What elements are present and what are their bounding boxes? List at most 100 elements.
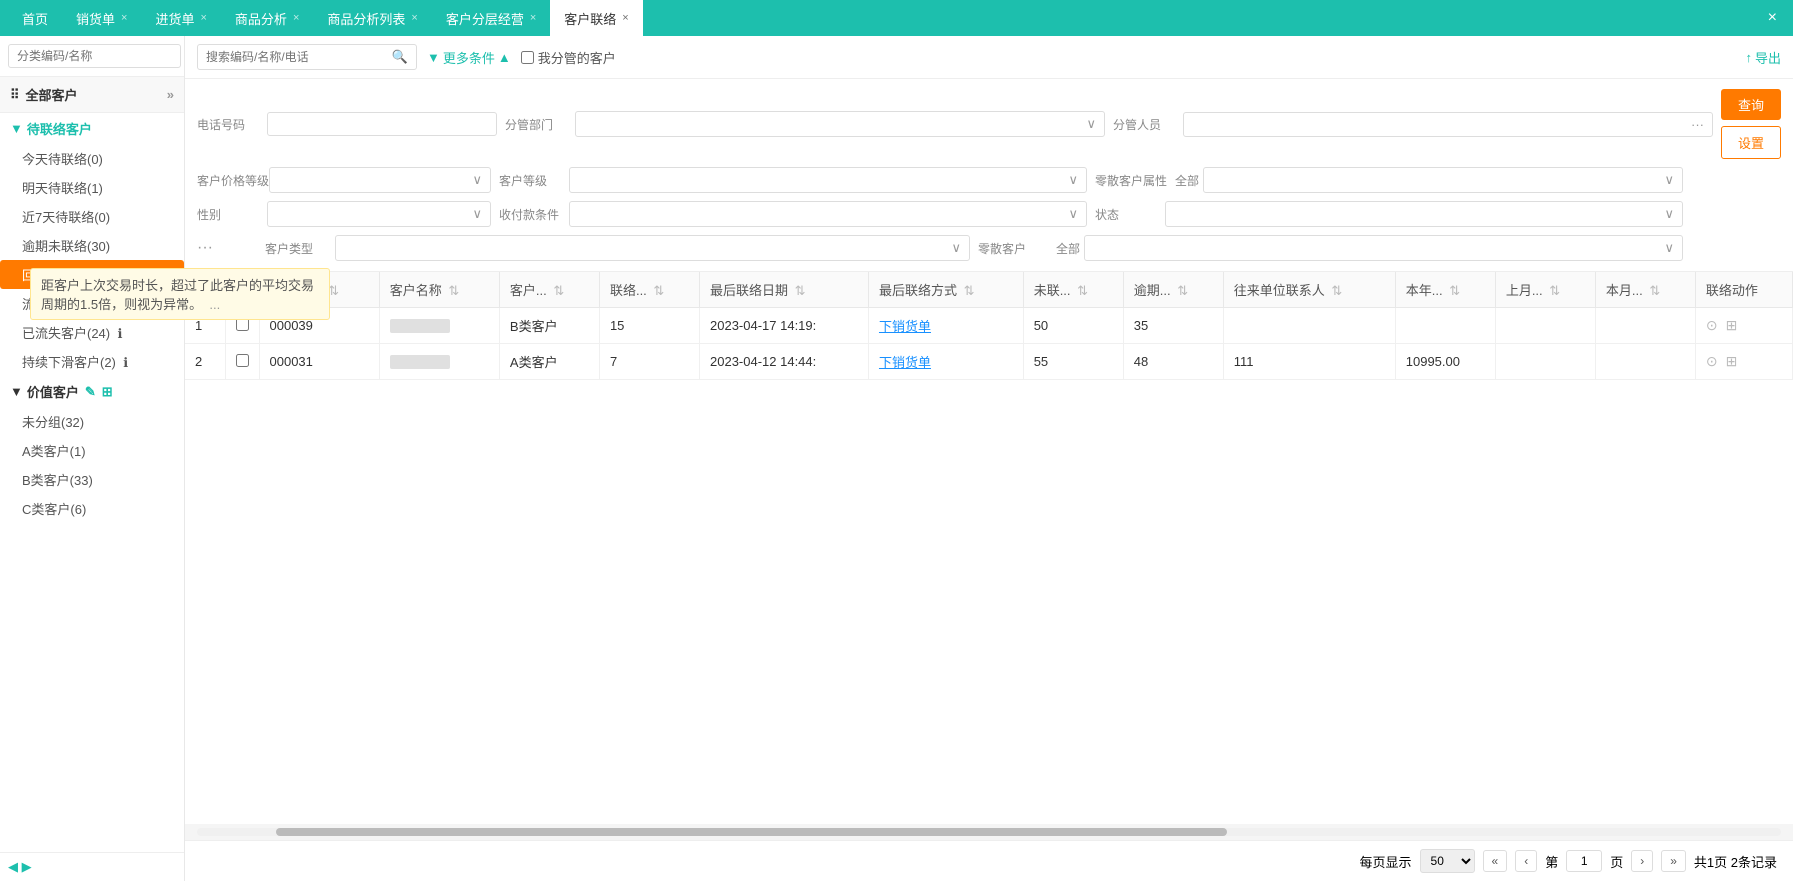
row-contacts: 111 xyxy=(1223,344,1395,380)
sidebar-item-7days[interactable]: 近7天待联络(0) xyxy=(0,202,184,231)
th-contact-count[interactable]: 联络... ⇅ xyxy=(599,272,699,308)
sidebar-item-lost[interactable]: 已流失客户(24) ℹ xyxy=(0,318,184,347)
row-contact-count: 15 xyxy=(599,308,699,344)
collapse-icon[interactable]: » xyxy=(167,87,174,102)
filter-actions: 查询 设置 xyxy=(1721,89,1781,159)
row-contacts xyxy=(1223,308,1395,344)
link-action-icon[interactable]: ⊙ xyxy=(1706,353,1718,370)
sidebar-all-customers-header[interactable]: ⠿ 全部客户 » xyxy=(0,77,184,113)
sidebar-item-ungrouped[interactable]: 未分组(32) xyxy=(0,407,184,436)
filter-cust-type: 客户类型 ∨ xyxy=(265,235,970,261)
sidebar-item-declining[interactable]: 持续下滑客户(2) ℹ xyxy=(0,347,184,376)
query-button[interactable]: 查询 xyxy=(1721,89,1781,120)
grid-action-icon[interactable]: ⊞ xyxy=(1726,317,1738,334)
grid-icon: ⠿ xyxy=(10,87,20,103)
th-this-month[interactable]: 本月... ⇅ xyxy=(1595,272,1695,308)
per-page-select[interactable]: 50 20 100 xyxy=(1420,849,1475,873)
more-conditions-button[interactable]: ▼ 更多条件 ▲ xyxy=(427,48,511,67)
sidebar-item-c-class[interactable]: C类客户(6) xyxy=(0,494,184,523)
page-number-input[interactable] xyxy=(1566,850,1602,872)
set-button[interactable]: 设置 xyxy=(1721,126,1781,159)
sidebar-item-a-class[interactable]: A类客户(1) xyxy=(0,436,184,465)
filter-search-box[interactable]: 🔍 xyxy=(197,44,417,70)
sidebar-bottom-arrow[interactable]: ◀ ▶ xyxy=(0,852,184,881)
grid-action-icon[interactable]: ⊞ xyxy=(1726,353,1738,370)
last-page-button[interactable]: » xyxy=(1661,850,1686,872)
cust-type-select[interactable]: ∨ xyxy=(335,235,970,261)
nav-customer-contact[interactable]: 客户联络 × xyxy=(550,0,642,36)
close-icon[interactable]: × xyxy=(121,12,127,24)
row-last-method[interactable]: 下销货单 xyxy=(868,344,1023,380)
filter-row-1: 电话号码 分管部门 ∨ 分管人员 ··· xyxy=(197,89,1781,159)
manager-select[interactable]: ··· xyxy=(1183,112,1713,137)
row-contact-count: 7 xyxy=(599,344,699,380)
chevron-down-icon: ∨ xyxy=(1068,172,1078,188)
horizontal-scrollbar[interactable] xyxy=(197,828,1781,836)
first-page-button[interactable]: « xyxy=(1483,850,1508,872)
edit-icon[interactable]: ✎ xyxy=(85,384,96,400)
last-method-link[interactable]: 下销货单 xyxy=(879,319,931,334)
status-select[interactable]: ∨ xyxy=(1165,201,1683,227)
row-last-method[interactable]: 下销货单 xyxy=(868,308,1023,344)
prev-page-button[interactable]: ‹ xyxy=(1515,850,1537,872)
row-year-amount xyxy=(1395,308,1495,344)
close-icon[interactable]: × xyxy=(200,12,206,24)
top-nav: 首页 销货单 × 进货单 × 商品分析 × 商品分析列表 × 客户分层经营 × … xyxy=(0,0,1793,36)
my-customers-check[interactable] xyxy=(521,51,534,64)
scroll-thumb[interactable] xyxy=(276,828,1226,836)
close-icon[interactable]: × xyxy=(530,12,536,24)
th-cust-type[interactable]: 客户... ⇅ xyxy=(499,272,599,308)
filter-row-2: 客户价格等级 ∨ 客户等级 ∨ 零散客户属性 全部 xyxy=(197,167,1781,193)
chevron-down-icon: ∨ xyxy=(1664,172,1674,188)
price-level-select[interactable]: ∨ xyxy=(269,167,491,193)
sidebar-search-input[interactable] xyxy=(8,44,181,68)
retail-cust-select[interactable]: ∨ xyxy=(1084,235,1683,261)
window-close-button[interactable]: × xyxy=(1760,9,1785,27)
cust-level-select[interactable]: ∨ xyxy=(569,167,1087,193)
row-actions: ⊙ ⊞ xyxy=(1695,344,1792,380)
close-icon[interactable]: × xyxy=(411,12,417,24)
link-action-icon[interactable]: ⊙ xyxy=(1706,317,1718,334)
nav-sales[interactable]: 销货单 × xyxy=(62,0,141,36)
th-overdue[interactable]: 逾期... ⇅ xyxy=(1123,272,1223,308)
sidebar-item-today[interactable]: 今天待联络(0) xyxy=(0,144,184,173)
sidebar-item-tomorrow[interactable]: 明天待联络(1) xyxy=(0,173,184,202)
th-uncontact[interactable]: 未联... ⇅ xyxy=(1023,272,1123,308)
close-icon[interactable]: × xyxy=(293,12,299,24)
nav-customer-tier[interactable]: 客户分层经营 × xyxy=(432,0,550,36)
th-last-month[interactable]: 上月... ⇅ xyxy=(1495,272,1595,308)
sidebar-item-b-class[interactable]: B类客户(33) xyxy=(0,465,184,494)
th-last-date[interactable]: 最后联络日期 ⇅ xyxy=(700,272,869,308)
gender-select[interactable]: ∨ xyxy=(267,201,491,227)
main-layout: 🔍 ⠿ 全部客户 » ▼ 待联络客户 今天待联络(0) 明天待联络(1) 近7天… xyxy=(0,36,1793,881)
export-button[interactable]: ↑ 导出 xyxy=(1745,48,1781,67)
sidebar-item-overdue[interactable]: 逾期未联络(30) xyxy=(0,231,184,260)
nav-purchase[interactable]: 进货单 × xyxy=(141,0,220,36)
advanced-filter-panel: 电话号码 分管部门 ∨ 分管人员 ··· xyxy=(185,79,1793,272)
phone-input[interactable] xyxy=(267,112,497,136)
th-last-method[interactable]: 最后联络方式 ⇅ xyxy=(868,272,1023,308)
sidebar-group-value[interactable]: ▼ 价值客户 ✎ ⊞ xyxy=(0,376,184,407)
th-year-amount[interactable]: 本年... ⇅ xyxy=(1395,272,1495,308)
sidebar-group-waiting[interactable]: ▼ 待联络客户 xyxy=(0,113,184,144)
nav-home[interactable]: 首页 xyxy=(8,0,62,36)
next-page-button[interactable]: › xyxy=(1631,850,1653,872)
row-select-checkbox[interactable] xyxy=(236,354,249,367)
my-customers-checkbox[interactable]: 我分管的客户 xyxy=(521,48,616,67)
add-icon[interactable]: ⊞ xyxy=(102,384,113,400)
filter-search-input[interactable] xyxy=(206,50,388,64)
payment-select[interactable]: ∨ xyxy=(569,201,1087,227)
nav-product-analysis[interactable]: 商品分析 × xyxy=(221,0,313,36)
dept-select[interactable]: ∨ xyxy=(575,111,1105,137)
close-icon[interactable]: × xyxy=(622,12,628,24)
retail-attr-select[interactable]: ∨ xyxy=(1203,167,1683,193)
nav-product-list[interactable]: 商品分析列表 × xyxy=(313,0,431,36)
th-contacts[interactable]: 往来单位联系人 ⇅ xyxy=(1223,272,1395,308)
row-no: 2 xyxy=(185,344,225,380)
last-method-link[interactable]: 下销货单 xyxy=(879,355,931,370)
th-name[interactable]: 客户名称 ⇅ xyxy=(379,272,499,308)
filter-retail-cust: 零散客户 全部 ∨ xyxy=(978,235,1683,261)
row-checkbox[interactable] xyxy=(225,344,259,380)
filter-gender: 性别 ∨ xyxy=(197,201,491,227)
search-icon[interactable]: 🔍 xyxy=(392,49,408,65)
